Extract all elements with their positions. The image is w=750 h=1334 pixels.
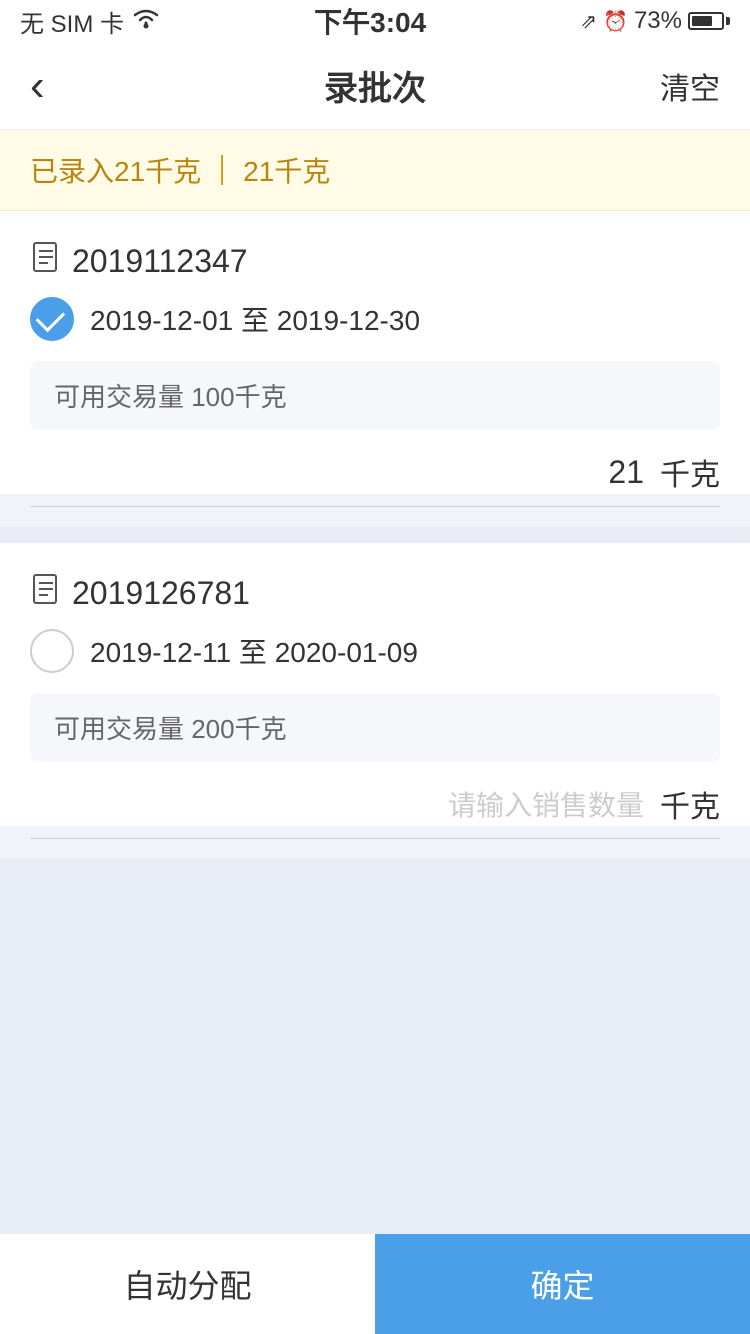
batch2-trade-volume-text: 可用交易量 200千克 [54,714,287,744]
batch1-quantity-row: 千克 [0,430,750,494]
batch2-card: 2019126781 2019-12-11 至 2020-01-09 可用交易量… [0,543,750,762]
batch2-doc-icon [30,573,62,613]
batch2-number: 2019126781 [72,575,250,612]
wifi-icon [132,7,160,36]
status-time: 下午3:04 [314,1,426,41]
page-title: 录批次 [324,61,426,110]
clear-button[interactable]: 清空 [660,64,720,108]
location-icon: ⇗ [580,9,597,34]
confirm-button[interactable]: 确定 [375,1234,750,1334]
battery-pct: 73% [634,7,682,35]
batch1-quantity-input[interactable] [444,454,644,491]
batch1-card: 2019112347 2019-12-01 至 2019-12-30 可用交易量… [0,211,750,430]
alarm-icon: ⏰ [603,9,628,34]
status-left: 无 SIM 卡 [20,4,160,39]
batch1-trade-volume-text: 可用交易量 100千克 [54,382,287,412]
already-entered-label: 已录入21千克 [30,150,201,190]
back-button[interactable]: ‹ [30,61,45,111]
batch1-radio[interactable] [30,297,74,341]
batch2-quantity-row: 千克 [0,762,750,826]
status-right: ⇗ ⏰ 73% [580,7,730,35]
batch1-input-line [30,506,720,507]
batch1-date-row[interactable]: 2019-12-01 至 2019-12-30 [30,297,720,341]
batch2-quantity-input[interactable] [444,786,644,823]
background-spacer [0,859,750,1279]
summary-divider [221,155,223,185]
batch1-number: 2019112347 [72,243,248,280]
batch2-radio[interactable] [30,629,74,673]
summary-banner: 已录入21千克 21千克 [0,130,750,211]
batch1-unit: 千克 [660,450,720,494]
batch2-unit: 千克 [660,782,720,826]
batch1-header: 2019112347 [30,241,720,281]
section-divider-1 [0,527,750,543]
sim-label: 无 SIM 卡 [20,4,124,39]
bottom-bar: 自动分配 确定 [0,1234,750,1334]
batch2-date: 2019-12-11 至 2020-01-09 [90,631,418,671]
status-bar: 无 SIM 卡 下午3:04 ⇗ ⏰ 73% [0,0,750,42]
batch1-doc-icon [30,241,62,281]
batch1-date: 2019-12-01 至 2019-12-30 [90,299,420,339]
batch2-date-row[interactable]: 2019-12-11 至 2020-01-09 [30,629,720,673]
batch2-trade-volume: 可用交易量 200千克 [30,693,720,762]
summary-value: 21千克 [243,150,330,190]
nav-bar: ‹ 录批次 清空 [0,42,750,130]
batch2-input-line [30,838,720,839]
batch1-trade-volume: 可用交易量 100千克 [30,361,720,430]
auto-distribute-button[interactable]: 自动分配 [0,1234,375,1334]
batch2-header: 2019126781 [30,573,720,613]
battery-icon [688,12,730,30]
